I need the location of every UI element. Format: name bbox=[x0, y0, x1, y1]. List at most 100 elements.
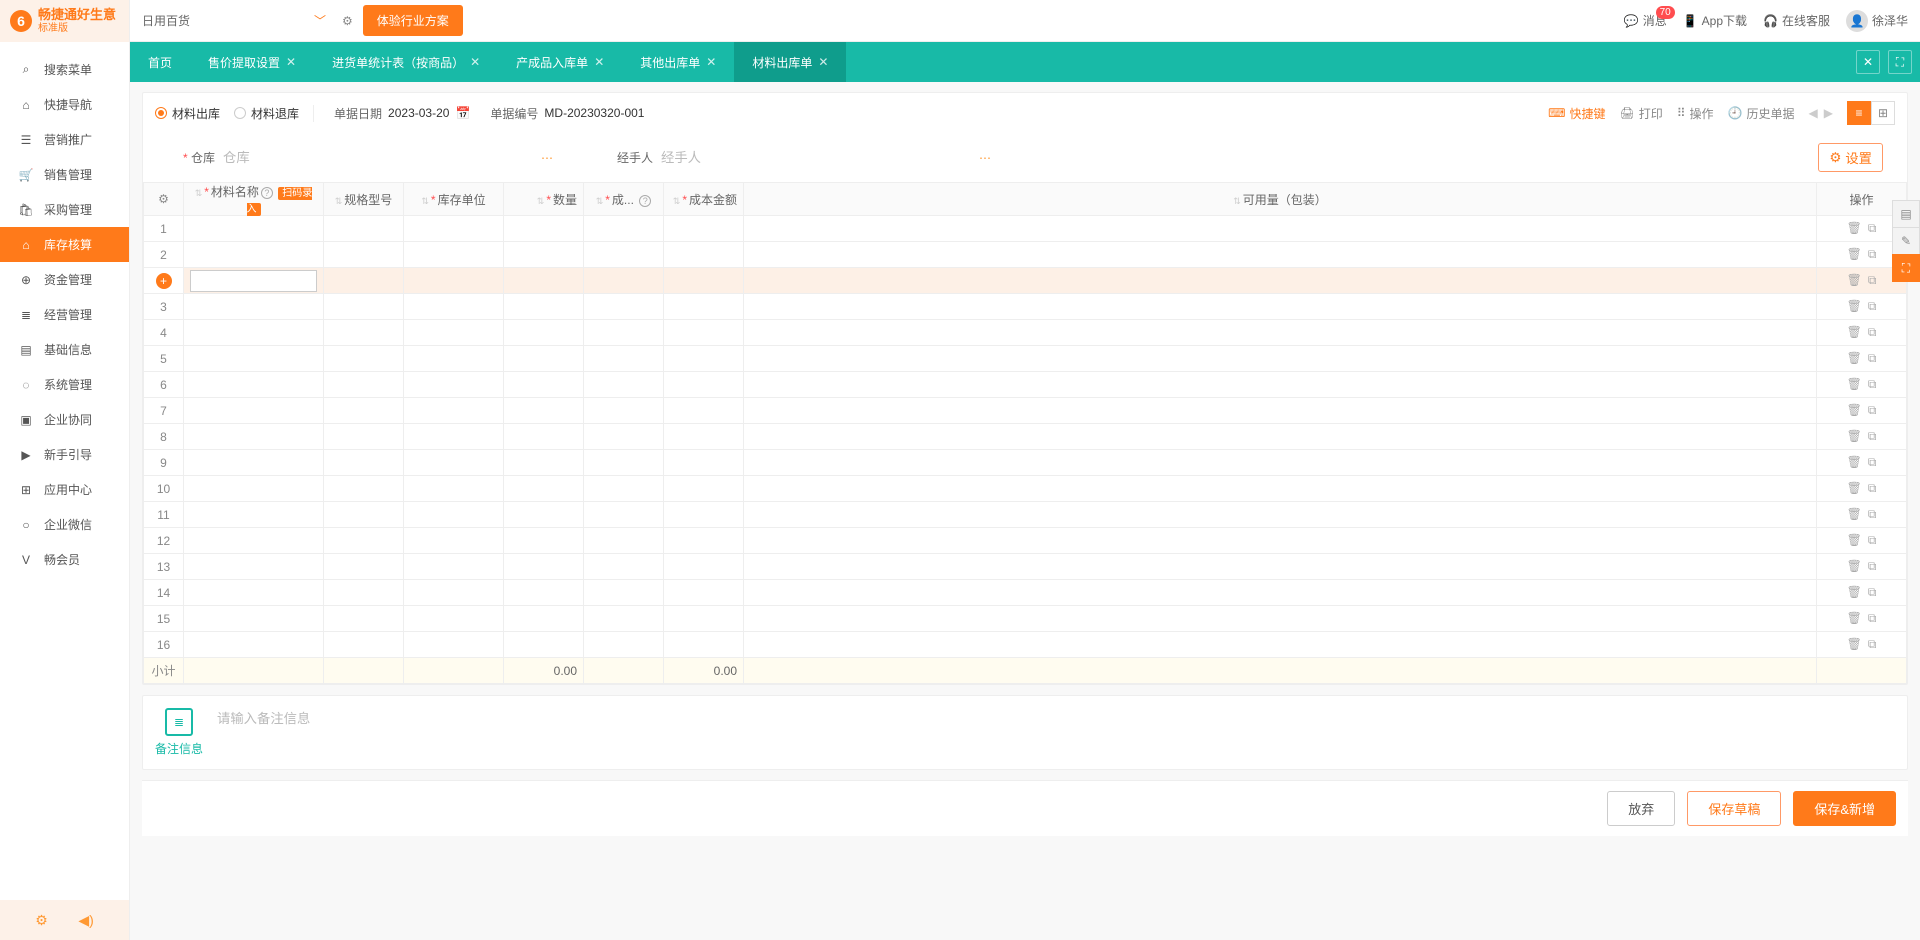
warehouse-lookup-icon[interactable]: ⋯ bbox=[541, 151, 555, 165]
industry-solution-button[interactable]: 体验行业方案 bbox=[363, 5, 463, 36]
copy-icon[interactable]: ⧉ bbox=[1868, 299, 1877, 313]
user-menu[interactable]: 👤 徐泽华 bbox=[1846, 10, 1908, 32]
material-input[interactable] bbox=[190, 270, 317, 292]
sidebar-item[interactable]: ▤基础信息 bbox=[0, 332, 129, 367]
delete-icon[interactable]: 🗑 bbox=[1847, 611, 1862, 625]
copy-icon[interactable]: ⧉ bbox=[1868, 221, 1877, 235]
copy-icon[interactable]: ⧉ bbox=[1868, 507, 1877, 521]
delete-icon[interactable]: 🗑 bbox=[1847, 507, 1862, 521]
save-draft-button[interactable]: 保存草稿 bbox=[1687, 791, 1781, 826]
col-qty[interactable]: ⇅数量 bbox=[504, 183, 584, 216]
calendar-icon[interactable]: 📅 bbox=[455, 106, 470, 120]
sidebar-item[interactable]: ⊕资金管理 bbox=[0, 262, 129, 297]
radio-material-return[interactable]: 材料退库 bbox=[234, 105, 299, 122]
table-row[interactable]: 12 🗑⧉ bbox=[144, 528, 1907, 554]
close-icon[interactable]: ✕ bbox=[286, 55, 296, 69]
warehouse-input[interactable] bbox=[223, 145, 533, 171]
messages-button[interactable]: 💬 消息 70 bbox=[1624, 12, 1667, 29]
copy-icon[interactable]: ⧉ bbox=[1868, 403, 1877, 417]
col-spec[interactable]: ⇅规格型号 bbox=[324, 183, 404, 216]
copy-icon[interactable]: ⧉ bbox=[1868, 455, 1877, 469]
sidebar-item[interactable]: 🛒销售管理 bbox=[0, 157, 129, 192]
sidebar-item[interactable]: ⊞应用中心 bbox=[0, 472, 129, 507]
copy-icon[interactable]: ⧉ bbox=[1868, 377, 1877, 391]
operate-button[interactable]: ⠿ 操作 bbox=[1677, 105, 1714, 122]
table-row[interactable]: 3 🗑⧉ bbox=[144, 294, 1907, 320]
copy-icon[interactable]: ⧉ bbox=[1868, 351, 1877, 365]
delete-icon[interactable]: 🗑 bbox=[1847, 559, 1862, 573]
table-row[interactable]: 7 🗑⧉ bbox=[144, 398, 1907, 424]
sidebar-item[interactable]: ○企业微信 bbox=[0, 507, 129, 542]
settings-button[interactable]: ⚙ 设置 bbox=[1818, 143, 1883, 172]
save-new-button[interactable]: 保存&新增 bbox=[1793, 791, 1896, 826]
float-btn-3[interactable]: ⛶ bbox=[1892, 254, 1920, 282]
sidebar-item[interactable]: 🛍采购管理 bbox=[0, 192, 129, 227]
table-row[interactable]: 1 🗑⧉ bbox=[144, 216, 1907, 242]
sidebar-item[interactable]: ⌂库存核算 bbox=[0, 227, 129, 262]
radio-material-out[interactable]: 材料出库 bbox=[155, 105, 220, 122]
delete-icon[interactable]: 🗑 bbox=[1847, 429, 1862, 443]
shortcut-button[interactable]: ⌨ 快捷键 bbox=[1548, 105, 1605, 122]
delete-icon[interactable]: 🗑 bbox=[1847, 585, 1862, 599]
table-row[interactable]: 14 🗑⧉ bbox=[144, 580, 1907, 606]
col-cost[interactable]: ⇅成... ? bbox=[584, 183, 664, 216]
support-button[interactable]: 🎧 在线客服 bbox=[1763, 12, 1830, 29]
table-row[interactable]: 15 🗑⧉ bbox=[144, 606, 1907, 632]
tab[interactable]: 材料出库单✕ bbox=[734, 42, 846, 82]
prev-icon[interactable]: ◀ bbox=[1809, 106, 1818, 120]
close-icon[interactable]: ✕ bbox=[818, 55, 828, 69]
app-download-button[interactable]: 📱 App下载 bbox=[1683, 12, 1747, 29]
delete-icon[interactable]: 🗑 bbox=[1847, 403, 1862, 417]
delete-icon[interactable]: 🗑 bbox=[1847, 481, 1862, 495]
sidebar-item[interactable]: ⌂快捷导航 bbox=[0, 87, 129, 122]
table-row[interactable]: 6 🗑⧉ bbox=[144, 372, 1907, 398]
close-icon[interactable]: ✕ bbox=[706, 55, 716, 69]
delete-icon[interactable]: 🗑 bbox=[1847, 637, 1862, 651]
table-row[interactable]: 16 🗑⧉ bbox=[144, 632, 1907, 658]
sidebar-item[interactable]: ☰营销推广 bbox=[0, 122, 129, 157]
copy-icon[interactable]: ⧉ bbox=[1868, 481, 1877, 495]
table-row[interactable]: 9 🗑⧉ bbox=[144, 450, 1907, 476]
delete-icon[interactable]: 🗑 bbox=[1847, 455, 1862, 469]
table-row[interactable]: 2 🗑⧉ bbox=[144, 242, 1907, 268]
tab[interactable]: 首页 bbox=[130, 42, 190, 82]
table-row[interactable]: 10 🗑⧉ bbox=[144, 476, 1907, 502]
history-button[interactable]: 🕘 历史单据 bbox=[1728, 105, 1795, 122]
copy-icon[interactable]: ⧉ bbox=[1868, 585, 1877, 599]
copy-icon[interactable]: ⧉ bbox=[1868, 637, 1877, 651]
help-icon[interactable]: ? bbox=[639, 195, 651, 207]
next-icon[interactable]: ▶ bbox=[1824, 106, 1833, 120]
float-btn-2[interactable]: ✎ bbox=[1892, 227, 1920, 255]
table-row[interactable]: 4 🗑⧉ bbox=[144, 320, 1907, 346]
add-row-button[interactable]: + bbox=[156, 273, 172, 289]
view-card-button[interactable]: ⊞ bbox=[1871, 101, 1895, 125]
close-icon[interactable]: ✕ bbox=[594, 55, 604, 69]
copy-icon[interactable]: ⧉ bbox=[1868, 429, 1877, 443]
col-unit[interactable]: ⇅库存单位 bbox=[404, 183, 504, 216]
help-icon[interactable]: ? bbox=[261, 187, 273, 199]
sidebar-item[interactable]: ▣企业协同 bbox=[0, 402, 129, 437]
print-button[interactable]: 🖨 打印 bbox=[1620, 105, 1663, 122]
delete-icon[interactable]: 🗑 bbox=[1847, 325, 1862, 339]
handler-input[interactable] bbox=[661, 145, 971, 171]
tab[interactable]: 进货单统计表（按商品）✕ bbox=[314, 42, 498, 82]
remarks-input[interactable] bbox=[217, 708, 1895, 756]
copy-icon[interactable]: ⧉ bbox=[1868, 325, 1877, 339]
delete-icon[interactable]: 🗑 bbox=[1847, 377, 1862, 391]
date-value[interactable]: 2023-03-20 bbox=[388, 106, 449, 120]
delete-icon[interactable]: 🗑 bbox=[1847, 221, 1862, 235]
delete-icon[interactable]: 🗑 bbox=[1847, 351, 1862, 365]
close-icon[interactable]: ✕ bbox=[470, 55, 480, 69]
tab[interactable]: 产成品入库单✕ bbox=[498, 42, 622, 82]
sidebar-item[interactable]: ⌕搜索菜单 bbox=[0, 52, 129, 87]
col-gear[interactable]: ⚙ bbox=[144, 183, 184, 216]
copy-icon[interactable]: ⧉ bbox=[1868, 611, 1877, 625]
tab-close-button[interactable]: ✕ bbox=[1856, 50, 1880, 74]
table-row[interactable]: 5 🗑⧉ bbox=[144, 346, 1907, 372]
handler-lookup-icon[interactable]: ⋯ bbox=[979, 151, 993, 165]
tab[interactable]: 售价提取设置✕ bbox=[190, 42, 314, 82]
gear-icon[interactable]: ⚙ bbox=[342, 14, 353, 28]
delete-icon[interactable]: 🗑 bbox=[1847, 533, 1862, 547]
delete-icon[interactable]: 🗑 bbox=[1847, 247, 1862, 261]
copy-icon[interactable]: ⧉ bbox=[1868, 533, 1877, 547]
